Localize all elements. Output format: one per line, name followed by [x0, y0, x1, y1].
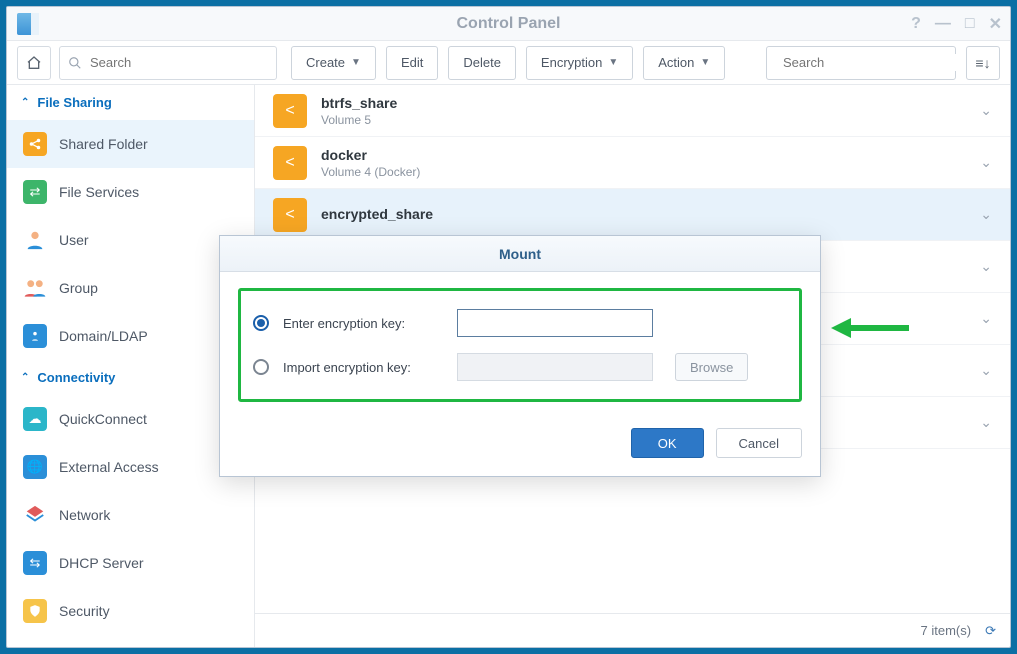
highlight-box: Enter encryption key: Import encryption … [238, 288, 802, 402]
delete-button[interactable]: Delete [448, 46, 516, 80]
sidebar-search-input[interactable] [88, 54, 268, 71]
folder-icon: < [273, 146, 307, 180]
help-icon[interactable]: ? [911, 15, 921, 33]
close-icon[interactable]: ✕ [989, 14, 1002, 34]
sidebar-item-domain-ldap[interactable]: Domain/LDAP [7, 312, 254, 360]
caret-down-icon: ▼ [351, 57, 361, 68]
folder-row[interactable]: < encrypted_share ⌄ [255, 189, 1010, 241]
content-area: < btrfs_shareVolume 5 ⌄ < dockerVolume 4… [255, 85, 1010, 647]
action-button[interactable]: Action▼ [643, 46, 725, 80]
group-icon [23, 276, 47, 300]
folder-icon: < [273, 94, 307, 128]
enter-key-label: Enter encryption key: [283, 316, 443, 331]
maximize-icon[interactable]: □ [965, 15, 975, 33]
sidebar-item-label: File Services [59, 184, 139, 200]
ok-button[interactable]: OK [631, 428, 704, 458]
item-count: 7 item(s) [921, 623, 972, 638]
chevron-down-icon[interactable]: ⌄ [980, 258, 992, 275]
option-import-key: Import encryption key: Browse [253, 345, 787, 389]
reload-icon[interactable]: ⟳ [985, 623, 996, 639]
folder-share-icon [23, 132, 47, 156]
cancel-button[interactable]: Cancel [716, 428, 802, 458]
titlebar: Control Panel ? — □ ✕ [7, 7, 1010, 41]
main-toolbar: Create▼ Edit Delete Encryption▼ Action▼ … [291, 46, 1000, 80]
body: ⌃File Sharing Shared Folder ⇄ File Servi… [7, 85, 1010, 647]
app-window: Control Panel ? — □ ✕ Create▼ Edit Delet… [6, 6, 1011, 648]
filter-search[interactable] [766, 46, 956, 80]
sidebar-item-label: DHCP Server [59, 555, 144, 571]
sidebar-item-label: Shared Folder [59, 136, 148, 152]
sidebar-item-group[interactable]: Group [7, 264, 254, 312]
minimize-icon[interactable]: — [935, 15, 951, 33]
domain-icon [23, 324, 47, 348]
arrows-icon: ⇄ [23, 180, 47, 204]
home-button[interactable] [17, 46, 51, 80]
radio-import-key[interactable] [253, 359, 269, 375]
radio-enter-key[interactable] [253, 315, 269, 331]
browse-button: Browse [675, 353, 748, 381]
sidebar-item-label: QuickConnect [59, 411, 147, 427]
sidebar-item-label: Group [59, 280, 98, 296]
sidebar-item-quickconnect[interactable]: ☁ QuickConnect [7, 395, 254, 443]
chevron-down-icon[interactable]: ⌄ [980, 310, 992, 327]
sort-button[interactable]: ≡↓ [966, 46, 1000, 80]
folder-row[interactable]: < btrfs_shareVolume 5 ⌄ [255, 85, 1010, 137]
mount-dialog: Mount Enter encryption key: Import encry… [219, 235, 821, 477]
dialog-title: Mount [220, 236, 820, 272]
sidebar-item-label: User [59, 232, 89, 248]
window-title: Control Panel [456, 15, 560, 33]
sidebar-item-network[interactable]: Network [7, 491, 254, 539]
sidebar: ⌃File Sharing Shared Folder ⇄ File Servi… [7, 85, 255, 647]
user-icon [23, 228, 47, 252]
sidebar-item-external-access[interactable]: 🌐 External Access [7, 443, 254, 491]
sidebar-item-dhcp[interactable]: ⇆ DHCP Server [7, 539, 254, 587]
cloud-icon: ☁ [23, 407, 47, 431]
sidebar-search[interactable] [59, 46, 277, 80]
caret-down-icon: ▼ [700, 57, 710, 68]
sidebar-item-file-services[interactable]: ⇄ File Services [7, 168, 254, 216]
sidebar-item-label: External Access [59, 459, 159, 475]
filter-input[interactable] [781, 54, 961, 71]
chevron-down-icon[interactable]: ⌄ [980, 206, 992, 223]
chevron-down-icon[interactable]: ⌄ [980, 102, 992, 119]
chevron-down-icon[interactable]: ⌄ [980, 414, 992, 431]
edit-button[interactable]: Edit [386, 46, 438, 80]
toolbar: Create▼ Edit Delete Encryption▼ Action▼ … [7, 41, 1010, 85]
chevron-up-icon: ⌃ [21, 97, 29, 108]
chevron-down-icon[interactable]: ⌄ [980, 154, 992, 171]
import-key-input [457, 353, 653, 381]
network-icon [23, 503, 47, 527]
section-connectivity[interactable]: ⌃Connectivity [7, 360, 254, 395]
dialog-footer: OK Cancel [220, 414, 820, 476]
create-button[interactable]: Create▼ [291, 46, 376, 80]
dhcp-icon: ⇆ [23, 551, 47, 575]
encryption-button[interactable]: Encryption▼ [526, 46, 633, 80]
option-enter-key: Enter encryption key: [253, 301, 787, 345]
section-file-sharing[interactable]: ⌃File Sharing [7, 85, 254, 120]
folder-icon: < [273, 198, 307, 232]
globe-icon: 🌐 [23, 455, 47, 479]
statusbar: 7 item(s) ⟳ [255, 613, 1010, 647]
folder-row[interactable]: < dockerVolume 4 (Docker) ⌄ [255, 137, 1010, 189]
chevron-down-icon[interactable]: ⌄ [980, 362, 992, 379]
sidebar-item-security[interactable]: Security [7, 587, 254, 635]
import-key-label: Import encryption key: [283, 360, 443, 375]
sidebar-item-shared-folder[interactable]: Shared Folder [7, 120, 254, 168]
shield-icon [23, 599, 47, 623]
search-icon [68, 56, 82, 70]
window-controls: ? — □ ✕ [911, 7, 1002, 41]
caret-down-icon: ▼ [608, 57, 618, 68]
encryption-key-input[interactable] [457, 309, 653, 337]
chevron-up-icon: ⌃ [21, 372, 29, 383]
app-icon [17, 13, 39, 35]
sidebar-item-label: Network [59, 507, 110, 523]
sidebar-item-label: Domain/LDAP [59, 328, 148, 344]
sidebar-item-label: Security [59, 603, 110, 619]
sidebar-item-user[interactable]: User [7, 216, 254, 264]
